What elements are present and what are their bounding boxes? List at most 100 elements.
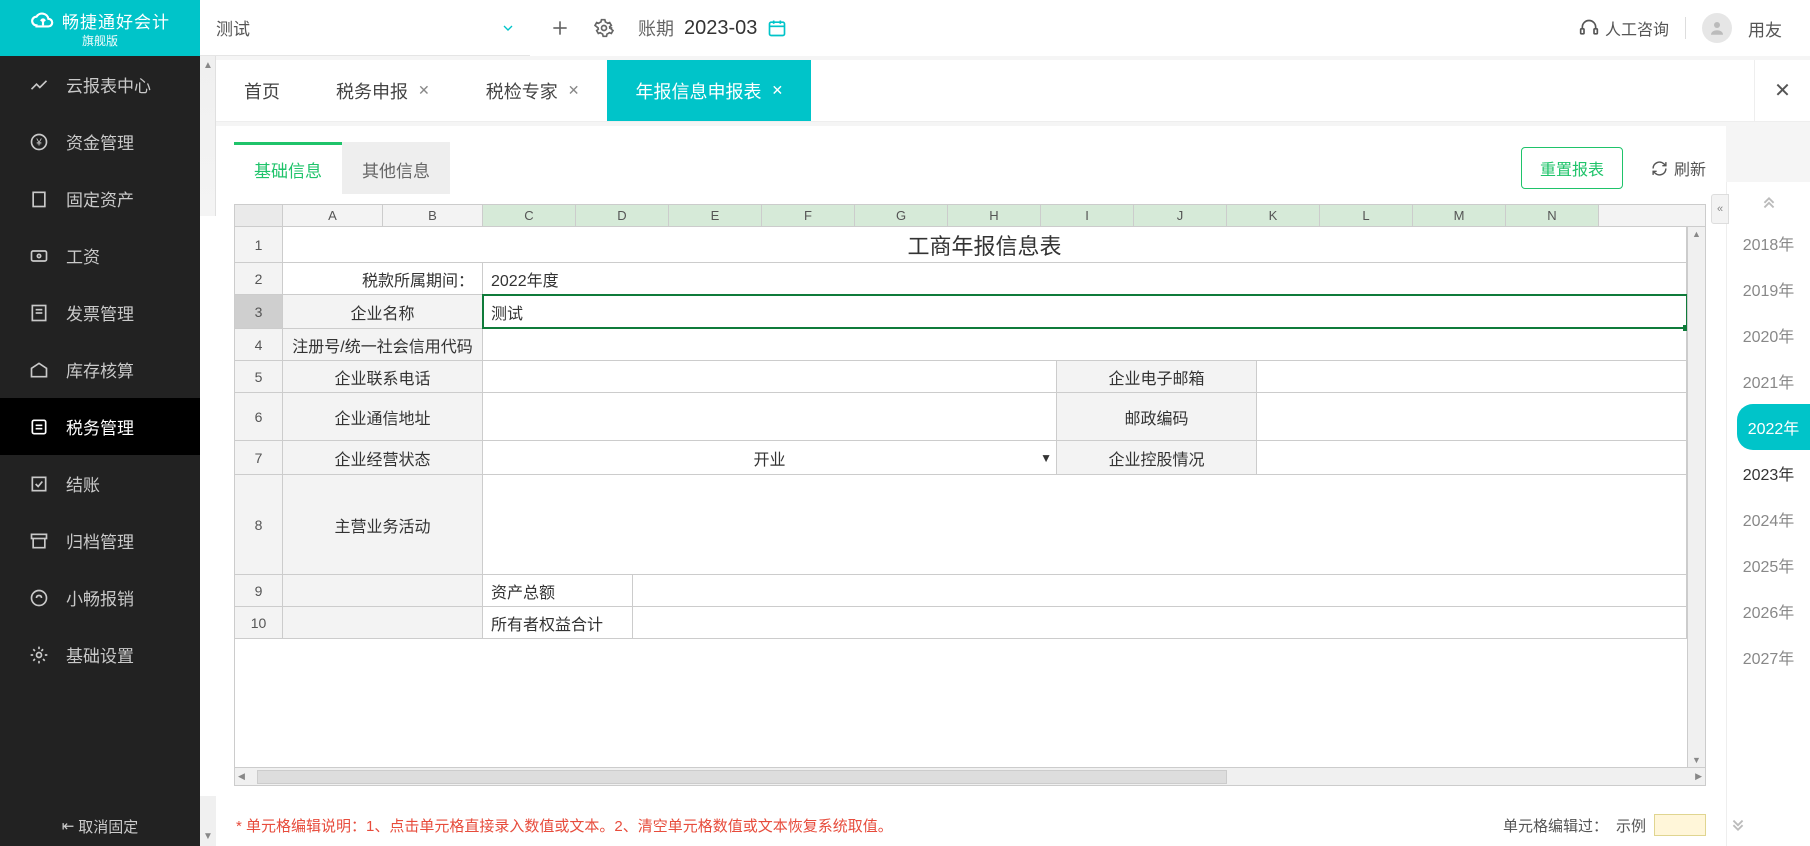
sub-tab-other[interactable]: 其他信息: [342, 142, 450, 194]
cell-r7-val2[interactable]: [1257, 441, 1687, 474]
refresh-button[interactable]: 刷新: [1651, 156, 1706, 180]
period-value[interactable]: 2023-03: [684, 17, 757, 40]
row-header-8[interactable]: 8: [235, 475, 283, 574]
col-header-H[interactable]: H: [948, 205, 1041, 226]
cell-r9-value[interactable]: [633, 575, 1687, 606]
col-header-F[interactable]: F: [762, 205, 855, 226]
cell-r4-label[interactable]: 注册号/统一社会信用代码: [283, 329, 483, 360]
col-header-L[interactable]: L: [1320, 205, 1413, 226]
unpin-sidebar[interactable]: ⇤ 取消固定: [0, 806, 200, 846]
cell-r5-label[interactable]: 企业联系电话: [283, 361, 483, 392]
row-header-6[interactable]: 6: [235, 393, 283, 440]
avatar[interactable]: [1702, 13, 1732, 43]
horizontal-scrollbar[interactable]: [235, 767, 1705, 785]
cell-r5-val2[interactable]: [1257, 361, 1687, 392]
rail-collapse-icon[interactable]: «: [1711, 194, 1729, 224]
rail-up-icon[interactable]: [1727, 182, 1810, 220]
sidebar-item-money[interactable]: ¥资金管理: [0, 113, 200, 170]
row-header-7[interactable]: 7: [235, 441, 283, 474]
cell-r3-value[interactable]: 测试: [483, 295, 1687, 328]
username[interactable]: 用友: [1748, 16, 1782, 41]
tab[interactable]: 税检专家✕: [458, 60, 608, 121]
tab[interactable]: 年报信息申报表✕: [607, 60, 811, 121]
sidebar-item-building[interactable]: 固定资产: [0, 170, 200, 227]
year-2025年[interactable]: 2025年: [1727, 542, 1810, 588]
row-header-9[interactable]: 9: [235, 575, 283, 606]
year-2020年[interactable]: 2020年: [1727, 312, 1810, 358]
close-icon[interactable]: ✕: [771, 82, 783, 99]
sidebar-item-salary[interactable]: 工资: [0, 227, 200, 284]
dropdown-icon[interactable]: ▼: [1040, 451, 1052, 465]
col-header-D[interactable]: D: [576, 205, 669, 226]
col-header-E[interactable]: E: [669, 205, 762, 226]
row-header-1[interactable]: 1: [235, 227, 283, 262]
plus-icon[interactable]: [550, 18, 570, 38]
close-icon[interactable]: ✕: [568, 82, 580, 99]
vertical-scrollbar[interactable]: [1687, 227, 1705, 767]
row-header-2[interactable]: 2: [235, 263, 283, 294]
rail-down-icon[interactable]: [1727, 816, 1810, 838]
cell-r5-val1[interactable]: [483, 361, 1057, 392]
sidebar-item-stock[interactable]: 库存核算: [0, 341, 200, 398]
sidebar-item-archive[interactable]: 归档管理: [0, 512, 200, 569]
cell-r4-value[interactable]: [483, 329, 1687, 360]
consult-button[interactable]: 人工咨询: [1579, 16, 1669, 40]
row-header-3[interactable]: 3: [235, 295, 283, 328]
row-header-10[interactable]: 10: [235, 607, 283, 638]
cell-r6-val2[interactable]: [1257, 393, 1687, 440]
cell-r5-right[interactable]: 企业电子邮箱: [1057, 361, 1257, 392]
cell-r9-spacer[interactable]: [283, 575, 483, 606]
close-all-tabs[interactable]: ✕: [1754, 60, 1810, 121]
col-header-M[interactable]: M: [1413, 205, 1506, 226]
cell-r6-right[interactable]: 邮政编码: [1057, 393, 1257, 440]
col-header-J[interactable]: J: [1134, 205, 1227, 226]
cell-r7-right[interactable]: 企业控股情况: [1057, 441, 1257, 474]
sub-tab-basic[interactable]: 基础信息: [234, 142, 342, 194]
sidebar-item-expense[interactable]: 小畅报销: [0, 569, 200, 626]
year-2027年[interactable]: 2027年: [1727, 634, 1810, 680]
reset-report-button[interactable]: 重置报表: [1521, 147, 1623, 189]
cell-r10-label[interactable]: 所有者权益合计: [483, 607, 633, 638]
cell-r6-val1[interactable]: [483, 393, 1057, 440]
sidebar-item-close-book[interactable]: 结账: [0, 455, 200, 512]
cell-r2-label[interactable]: 税款所属期间：: [283, 263, 483, 294]
col-header-C[interactable]: C: [483, 205, 576, 226]
cell-r10-spacer[interactable]: [283, 607, 483, 638]
sidebar-scroll-down[interactable]: [200, 796, 216, 846]
cell-r9-label[interactable]: 资产总额: [483, 575, 633, 606]
cell-r10-value[interactable]: [633, 607, 1687, 638]
year-2026年[interactable]: 2026年: [1727, 588, 1810, 634]
org-selector[interactable]: 测试: [200, 0, 530, 56]
calendar-icon[interactable]: [767, 18, 787, 38]
cell-r7-label[interactable]: 企业经营状态: [283, 441, 483, 474]
col-header-G[interactable]: G: [855, 205, 948, 226]
close-icon[interactable]: ✕: [418, 82, 430, 99]
sidebar-item-chart[interactable]: 云报表中心: [0, 56, 200, 113]
col-header-N[interactable]: N: [1506, 205, 1599, 226]
col-header-B[interactable]: B: [383, 205, 483, 226]
row-header-5[interactable]: 5: [235, 361, 283, 392]
col-header-A[interactable]: A: [283, 205, 383, 226]
cell-r2-value[interactable]: 2022年度: [483, 263, 1687, 294]
select-all-corner[interactable]: [235, 205, 283, 226]
col-header-K[interactable]: K: [1227, 205, 1320, 226]
sidebar-item-invoice[interactable]: 发票管理: [0, 284, 200, 341]
cell-r8-value[interactable]: [483, 475, 1687, 574]
hscroll-thumb[interactable]: [257, 770, 1227, 784]
sidebar-scroll-up[interactable]: [200, 56, 216, 216]
sidebar-item-settings[interactable]: 基础设置: [0, 626, 200, 683]
row-header-4[interactable]: 4: [235, 329, 283, 360]
cell-r7-value[interactable]: 开业 ▼: [483, 441, 1057, 474]
year-2024年[interactable]: 2024年: [1727, 496, 1810, 542]
year-2018年[interactable]: 2018年: [1727, 220, 1810, 266]
gear-icon[interactable]: [594, 18, 614, 38]
tab[interactable]: 税务申报✕: [308, 60, 458, 121]
year-2021年[interactable]: 2021年: [1727, 358, 1810, 404]
year-2022年[interactable]: 2022年: [1737, 404, 1810, 450]
year-2023年[interactable]: 2023年: [1727, 450, 1810, 496]
col-header-I[interactable]: I: [1041, 205, 1134, 226]
year-2019年[interactable]: 2019年: [1727, 266, 1810, 312]
cell-r6-label[interactable]: 企业通信地址: [283, 393, 483, 440]
cell-r3-label[interactable]: 企业名称: [283, 295, 483, 328]
tab[interactable]: 首页: [216, 60, 308, 121]
